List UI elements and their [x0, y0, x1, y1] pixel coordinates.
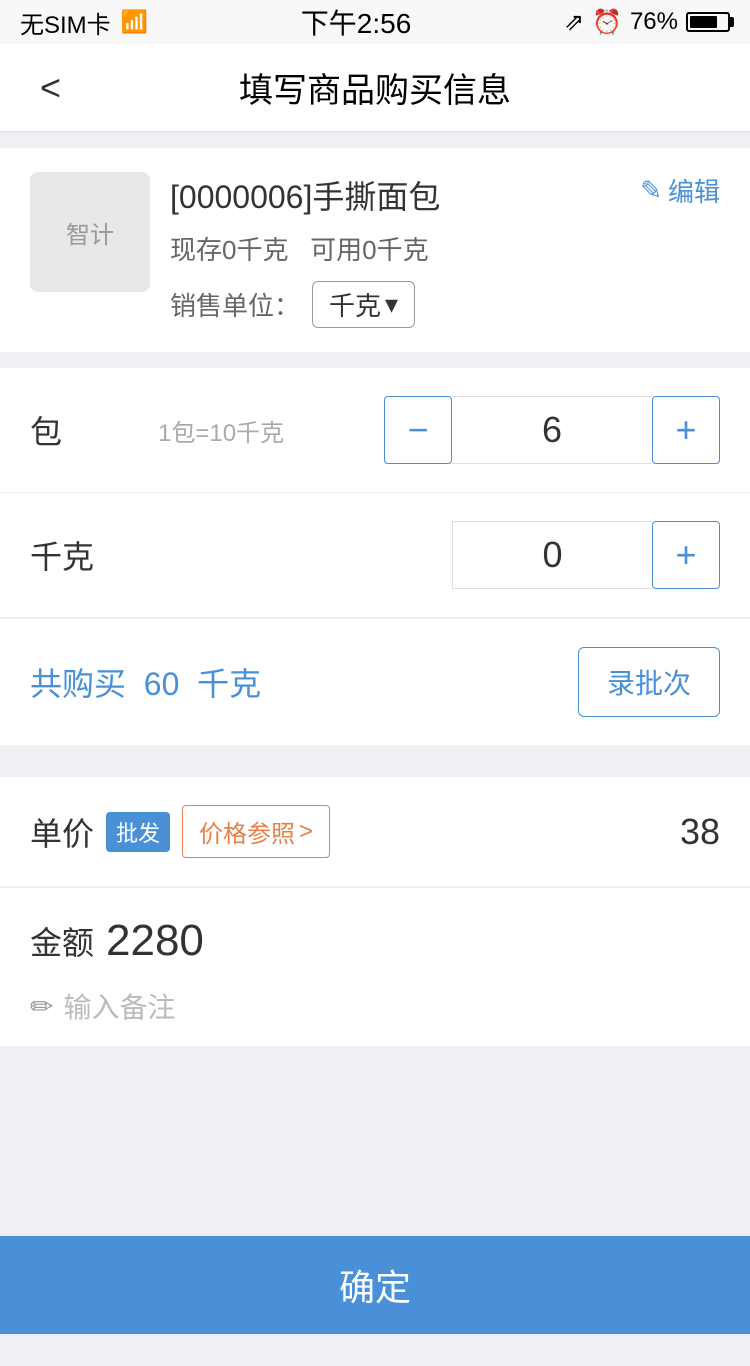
status-time: 下午2:56	[301, 2, 412, 42]
total-prefix: 共购买	[30, 666, 126, 702]
status-bar: 无SIM卡 📶 下午2:56 ⇗ ⏰ 76%	[0, 0, 750, 44]
battery-percent: 76%	[630, 8, 678, 36]
unit-selector[interactable]: 千克 ▾	[312, 281, 415, 328]
nav-bar: < 填写商品购买信息	[0, 44, 750, 132]
unit-bao-sublabel: 1包=10千克	[158, 413, 384, 448]
status-right: ⇗ ⏰ 76%	[564, 8, 730, 37]
increment-kg-button[interactable]: +	[652, 521, 720, 589]
remark-row[interactable]: ✏ 输入备注	[30, 986, 720, 1026]
amount-section: 金额 2280 ✏ 输入备注	[0, 888, 750, 1046]
battery-icon	[686, 12, 730, 32]
edit-button[interactable]: ✎ 编辑	[640, 172, 720, 209]
carrier-text: 无SIM卡	[20, 5, 111, 40]
amount-value: 2280	[106, 916, 204, 966]
quantity-row-kg: 千克 +	[0, 493, 750, 618]
price-ref-arrow-icon: >	[299, 818, 313, 846]
unit-bao-label: 包	[30, 407, 150, 453]
product-logo: 智计	[66, 215, 114, 250]
total-text: 共购买 60 千克	[30, 659, 261, 705]
amount-label: 金额	[30, 918, 94, 964]
available-text: 可用0千克	[310, 235, 428, 265]
unit-label: 销售单位：	[170, 286, 300, 323]
total-unit: 千克	[197, 666, 261, 702]
product-info: [0000006]手撕面包 现存0千克 可用0千克 销售单位： 千克 ▾	[170, 172, 720, 328]
dropdown-arrow-icon: ▾	[385, 289, 398, 320]
batch-button[interactable]: 录批次	[578, 647, 720, 717]
unit-value: 千克	[329, 286, 381, 323]
separator-2	[0, 745, 750, 761]
wholesale-badge: 批发	[106, 812, 170, 852]
increment-bao-button[interactable]: +	[652, 396, 720, 464]
product-name: [0000006]手撕面包	[170, 172, 720, 218]
product-stock: 现存0千克 可用0千克	[170, 230, 720, 267]
total-amount: 60	[144, 666, 180, 702]
quantity-row-bao: 包 1包=10千克 − +	[0, 368, 750, 493]
price-ref-label: 价格参照	[199, 814, 295, 849]
price-label: 单价	[30, 809, 94, 855]
qty-controls-bao: − +	[384, 396, 720, 464]
unit-kg-label: 千克	[30, 532, 150, 578]
amount-row: 金额 2280	[30, 916, 720, 966]
remark-icon: ✏	[30, 990, 53, 1023]
remark-placeholder: 输入备注	[63, 986, 175, 1026]
decrement-bao-button[interactable]: −	[384, 396, 452, 464]
qty-input-kg[interactable]	[452, 521, 652, 589]
qty-controls-kg: +	[452, 521, 720, 589]
price-value: 38	[680, 811, 720, 853]
edit-label: 编辑	[668, 172, 720, 209]
quantity-section: 包 1包=10千克 − + 千克 + 共购买 60 千克 录批次	[0, 368, 750, 745]
price-section: 单价 批发 价格参照 > 38	[0, 777, 750, 886]
page-title: 填写商品购买信息	[239, 63, 511, 112]
wifi-icon: 📶	[121, 9, 148, 35]
price-ref-button[interactable]: 价格参照 >	[182, 805, 330, 858]
total-section: 共购买 60 千克 录批次	[0, 618, 750, 745]
separator-1	[0, 352, 750, 368]
edit-icon: ✎	[640, 175, 662, 206]
product-card: 智计 [0000006]手撕面包 现存0千克 可用0千克 销售单位： 千克 ▾ …	[0, 148, 750, 352]
price-left: 单价 批发 价格参照 >	[30, 805, 330, 858]
stock-text: 现存0千克	[170, 235, 288, 265]
status-left: 无SIM卡 📶	[20, 5, 148, 40]
location-icon: ⇗	[564, 8, 584, 37]
battery-fill	[690, 16, 717, 28]
product-image: 智计	[30, 172, 150, 292]
back-button[interactable]: <	[30, 57, 71, 119]
qty-input-bao[interactable]	[452, 396, 652, 464]
confirm-button[interactable]: 确定	[0, 1236, 750, 1334]
product-unit: 销售单位： 千克 ▾	[170, 281, 720, 328]
alarm-icon: ⏰	[592, 8, 622, 37]
